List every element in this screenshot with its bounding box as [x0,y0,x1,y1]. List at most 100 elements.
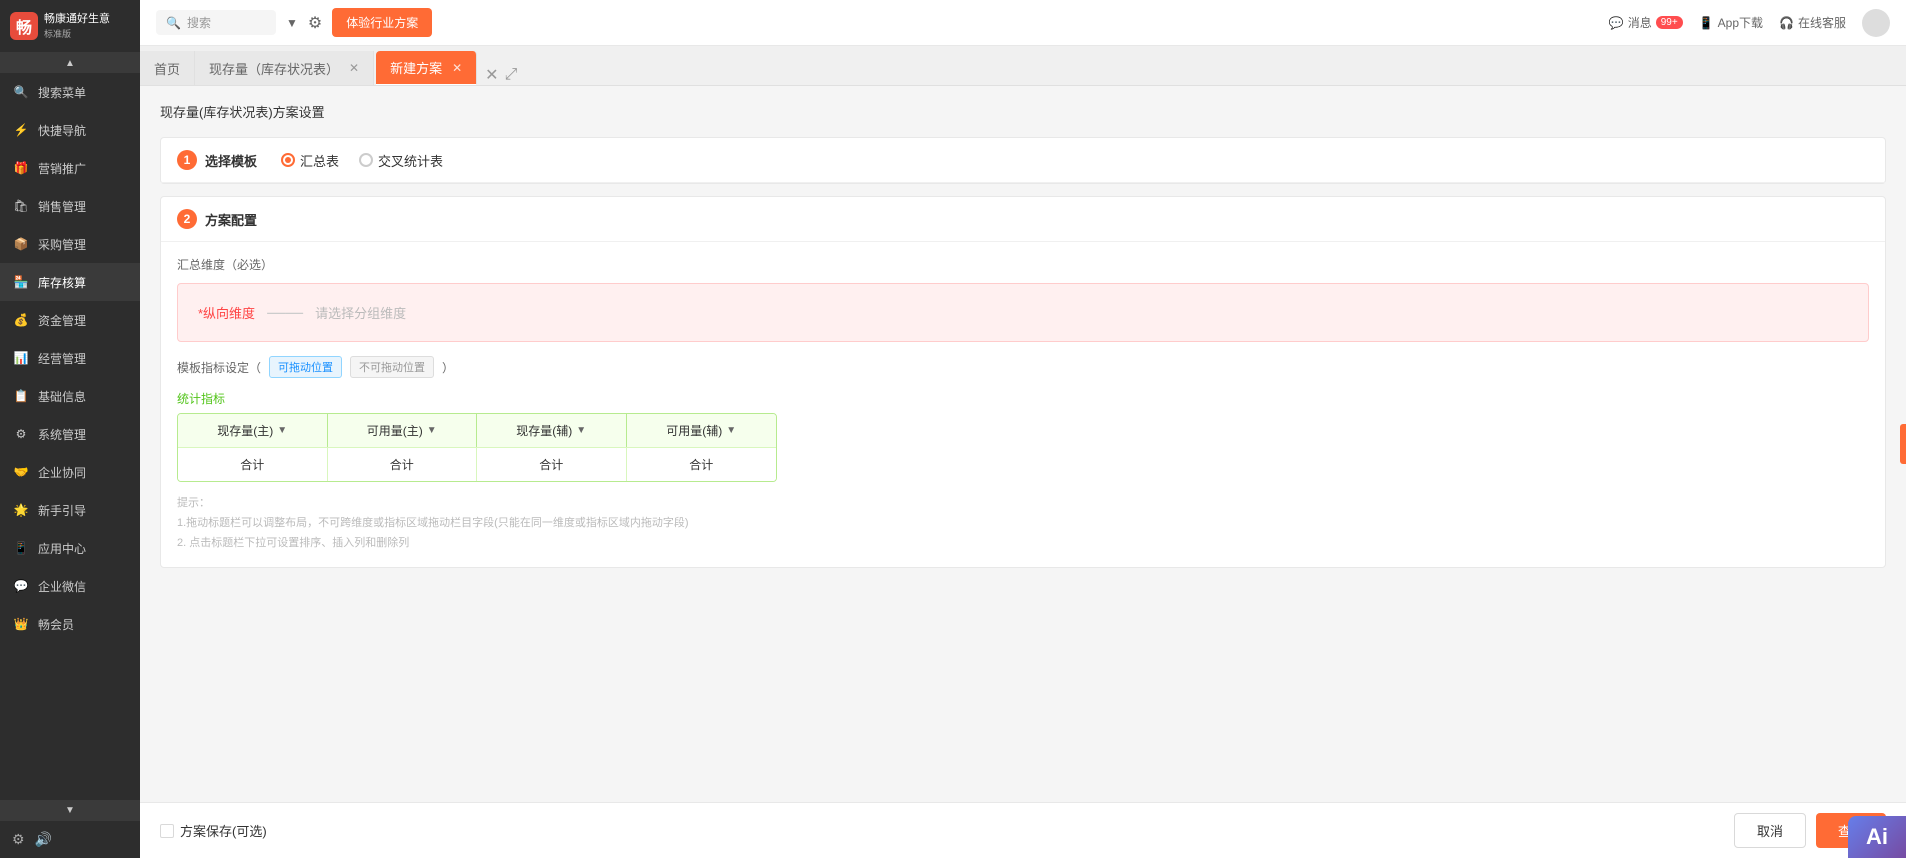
tab-home[interactable]: 首页 [140,51,195,85]
sidebar-item-label: 搜索菜单 [38,84,86,101]
sidebar-item-wechat[interactable]: 💬 企业微信 [0,567,140,605]
window-close-button[interactable]: ✕ [485,65,498,85]
cell-total-4: 合计 [627,448,777,481]
window-expand-button[interactable]: ⤢ [505,66,518,84]
summary-dimension-label: 汇总维度（必选） [177,256,1869,273]
unmovable-position-tag: 不可拖动位置 [350,356,434,378]
sidebar-item-quick-nav[interactable]: ⚡ 快捷导航 [0,111,140,149]
sidebar-scroll-up[interactable]: ▲ [0,53,140,73]
save-checkbox[interactable] [160,824,174,838]
right-edge-handle[interactable] [1900,424,1906,464]
chevron-down-icon: ▼ [726,425,736,436]
sales-icon: 🛍 [12,197,30,215]
dropdown-arrow-icon: ▼ [286,16,298,30]
sidebar-item-label: 经营管理 [38,350,86,367]
radio-cross[interactable]: 交叉统计表 [359,151,443,170]
search-icon: 🔍 [166,16,181,30]
sidebar-nav: 🔍 搜索菜单 ⚡ 快捷导航 🎁 营销推广 🛍 销售管理 📦 采购管理 🏪 库存核… [0,73,140,800]
radio-cross-circle [359,153,373,167]
message-badge: 99+ [1656,16,1683,29]
tab-inventory-status[interactable]: 现存量（库存状况表） ✕ [195,51,374,85]
sidebar-item-label: 资金管理 [38,312,86,329]
topbar: 🔍 搜索 ▼ ⚙ 体验行业方案 💬 消息 99+ 📱 App下载 🎧 在线客服 [140,0,1906,46]
sidebar-scroll-down[interactable]: ▼ [0,800,140,820]
topbar-search[interactable]: 🔍 搜索 [156,10,276,35]
save-option: 方案保存(可选) [160,821,267,840]
dimension-row: *纵向维度 —— 请选择分组维度 [198,302,406,323]
step1-title: 选择模板 [205,151,257,170]
trial-plan-button[interactable]: 体验行业方案 [332,8,432,37]
sidebar-footer: ⚙ 🔊 [0,820,140,858]
cell-total-2: 合计 [328,448,478,481]
newcomer-icon: 🌟 [12,501,30,519]
sidebar-item-operations[interactable]: 📊 经营管理 [0,339,140,377]
sidebar-item-label: 系统管理 [38,426,86,443]
col-available-aux[interactable]: 可用量(辅) ▼ [627,414,777,447]
cell-total-1: 合计 [178,448,328,481]
sidebar-item-marketing[interactable]: 🎁 营销推广 [0,149,140,187]
wechat-icon: 💬 [12,577,30,595]
membership-icon: 👑 [12,615,30,633]
sidebar-item-membership[interactable]: 👑 畅会员 [0,605,140,643]
sidebar-item-label: 基础信息 [38,388,86,405]
topbar-dropdown[interactable]: ▼ [286,16,298,30]
step1-badge: 1 [177,150,197,170]
radio-summary[interactable]: 汇总表 [281,151,339,170]
tips-title: 提示： [177,497,210,509]
sidebar-item-newcomer[interactable]: 🌟 新手引导 [0,491,140,529]
dimension-separator: —— [267,302,303,323]
sidebar-item-sales[interactable]: 🛍 销售管理 [0,187,140,225]
messages-button[interactable]: 💬 消息 99+ [1609,14,1683,31]
online-service-label: 在线客服 [1798,14,1846,31]
inventory-icon: 🏪 [12,273,30,291]
sidebar-item-app-center[interactable]: 📱 应用中心 [0,529,140,567]
topbar-settings-icon[interactable]: ⚙ [308,13,322,33]
volume-icon[interactable]: 🔊 [35,831,52,848]
cancel-button[interactable]: 取消 [1734,813,1806,848]
tabbar: 首页 现存量（库存状况表） ✕ 新建方案 ✕ ✕ ⤢ [140,46,1906,86]
app-version: 标准版 [44,27,110,40]
tab-inventory-close-icon[interactable]: ✕ [349,61,359,75]
col-current-stock-aux[interactable]: 现存量(辅) ▼ [477,414,627,447]
tab-new-plan[interactable]: 新建方案 ✕ [376,51,477,85]
sidebar-item-purchase[interactable]: 📦 采购管理 [0,225,140,263]
sidebar-item-basics[interactable]: 📋 基础信息 [0,377,140,415]
col-available-main[interactable]: 可用量(主) ▼ [328,414,478,447]
sidebar-item-system[interactable]: ⚙ 系统管理 [0,415,140,453]
sidebar-item-inventory[interactable]: 🏪 库存核算 [0,263,140,301]
step2-body: 汇总维度（必选） *纵向维度 —— 请选择分组维度 模板指标设定（ 可拖动位置 … [161,242,1885,567]
col-current-stock-main[interactable]: 现存量(主) ▼ [178,414,328,447]
dimension-required-label: *纵向维度 [198,303,255,322]
sidebar-item-label: 新手引导 [38,502,86,519]
sidebar: 畅 畅康通好生意 标准版 ▲ 🔍 搜索菜单 ⚡ 快捷导航 🎁 营销推广 🛍 销售… [0,0,140,858]
user-avatar[interactable] [1862,9,1890,37]
settings-icon[interactable]: ⚙ [12,831,25,848]
stats-section-label: 统计指标 [177,390,1869,407]
enterprise-icon: 🤝 [12,463,30,481]
topbar-right: 💬 消息 99+ 📱 App下载 🎧 在线客服 [1609,9,1890,37]
dimension-warning-box: *纵向维度 —— 请选择分组维度 [177,283,1869,342]
page-title: 现存量(库存状况表)方案设置 [160,102,1886,121]
app-download-button[interactable]: 📱 App下载 [1699,14,1763,31]
indicator-settings-prefix: 模板指标设定（ [177,359,261,376]
sidebar-item-search[interactable]: 🔍 搜索菜单 [0,73,140,111]
stats-table: 现存量(主) ▼ 可用量(主) ▼ 现存量(辅) ▼ [177,413,777,482]
sidebar-item-label: 畅会员 [38,616,74,633]
radio-cross-label: 交叉统计表 [378,151,443,170]
purchase-icon: 📦 [12,235,30,253]
sidebar-item-enterprise[interactable]: 🤝 企业协同 [0,453,140,491]
marketing-icon: 🎁 [12,159,30,177]
sidebar-item-label: 快捷导航 [38,122,86,139]
online-service-button[interactable]: 🎧 在线客服 [1779,14,1846,31]
main-area: 🔍 搜索 ▼ ⚙ 体验行业方案 💬 消息 99+ 📱 App下载 🎧 在线客服 [140,0,1906,858]
footer-bar: 方案保存(可选) 取消 查询 [140,802,1906,858]
sidebar-item-label: 企业协同 [38,464,86,481]
quick-nav-icon: ⚡ [12,121,30,139]
template-radio-group: 汇总表 交叉统计表 [281,151,443,170]
ai-badge[interactable]: Ai [1848,816,1906,858]
app-logo-icon: 畅 [10,12,38,40]
stats-table-header: 现存量(主) ▼ 可用量(主) ▼ 现存量(辅) ▼ [178,414,776,447]
tab-new-plan-close-icon[interactable]: ✕ [452,61,462,75]
sidebar-item-finance[interactable]: 💰 资金管理 [0,301,140,339]
system-icon: ⚙ [12,425,30,443]
